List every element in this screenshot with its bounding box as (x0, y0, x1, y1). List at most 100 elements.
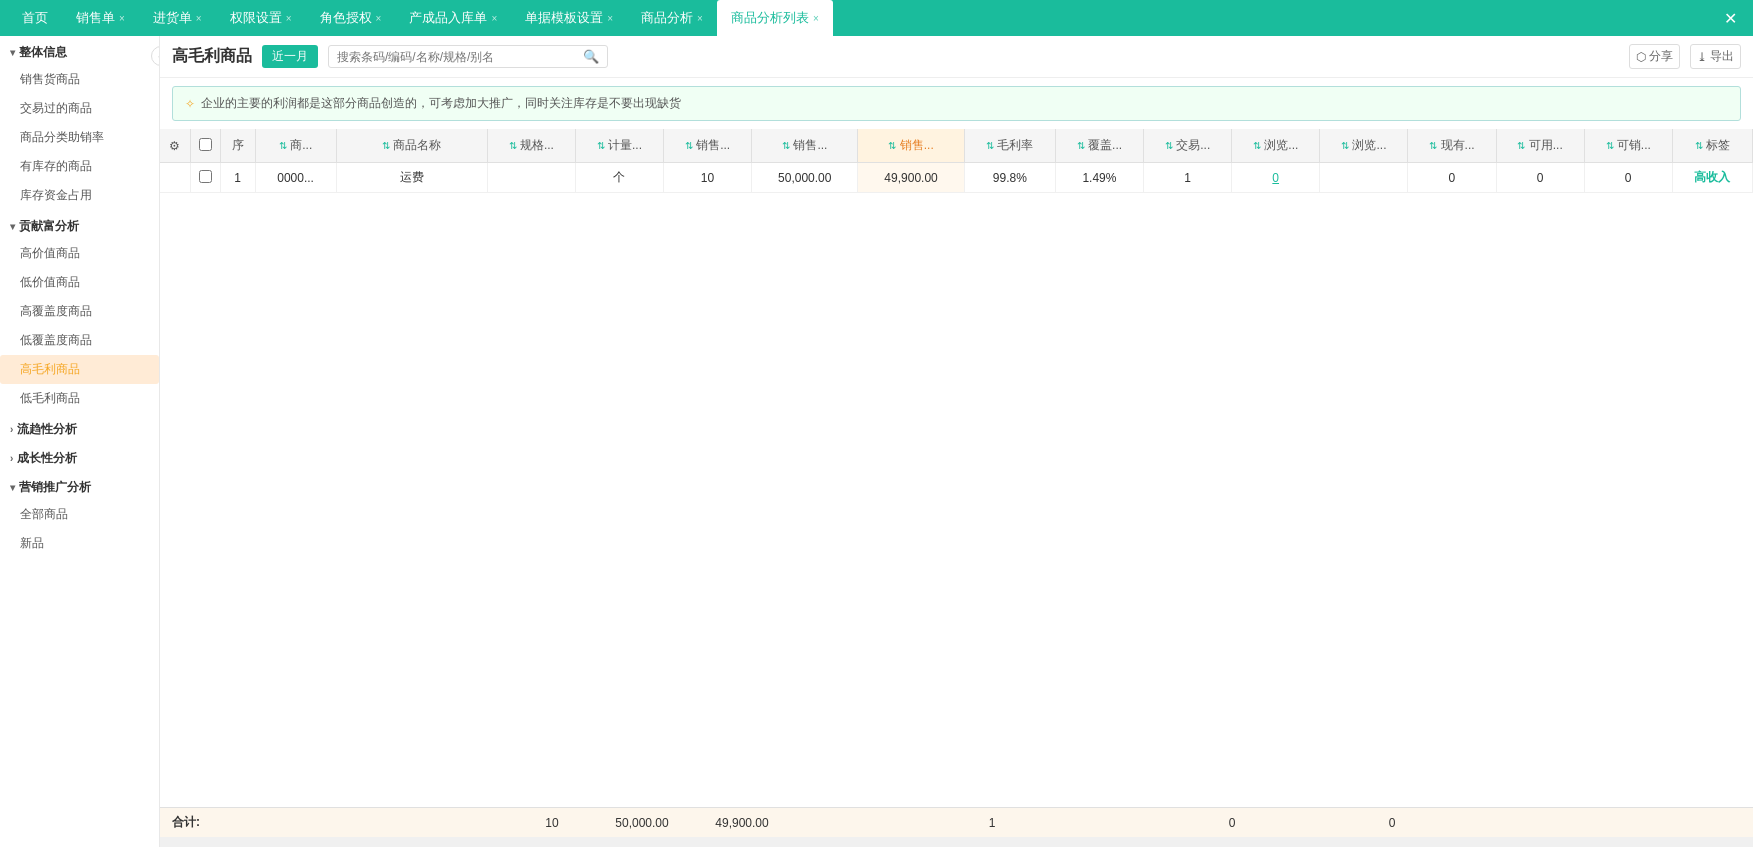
select-all-checkbox[interactable] (199, 138, 212, 151)
sidebar-item-low-margin[interactable]: 低毛利商品 (0, 384, 159, 413)
nav-permission-settings[interactable]: 权限设置 × (216, 0, 306, 36)
sidebar-item-low-value[interactable]: 低价值商品 (0, 268, 159, 297)
row-views2 (1320, 163, 1408, 193)
sidebar-group-overall[interactable]: ▾ 整体信息 (0, 36, 159, 65)
close-product-analysis[interactable]: × (697, 13, 703, 24)
close-all-tabs[interactable]: ✕ (1716, 9, 1745, 28)
col-views2[interactable]: ⇅ 浏览... (1320, 129, 1408, 163)
sort-icon-views2: ⇅ (1341, 140, 1349, 151)
nav-home[interactable]: 首页 (8, 0, 62, 36)
footer-sellable-stock: 0 (1352, 816, 1432, 830)
close-template-settings[interactable]: × (607, 13, 613, 24)
sidebar-group-trend[interactable]: › 流趋性分析 (0, 413, 159, 442)
search-icon[interactable]: 🔍 (583, 49, 599, 64)
col-checkbox (190, 129, 220, 163)
col-code[interactable]: ⇅ 商... (255, 129, 336, 163)
col-sales-profit[interactable]: ⇅ 销售... (858, 129, 964, 163)
nav-product-analysis[interactable]: 商品分析 × (627, 0, 717, 36)
close-sales-order[interactable]: × (119, 13, 125, 24)
arrow-growth: › (10, 453, 13, 464)
sidebar-item-stock-capital[interactable]: 库存资金占用 (0, 181, 159, 210)
close-product-inbound[interactable]: × (491, 13, 497, 24)
arrow-overall: ▾ (10, 47, 15, 58)
sort-icon-views1: ⇅ (1253, 140, 1261, 151)
col-name[interactable]: ⇅ 商品名称 (336, 129, 487, 163)
header-actions: ⬡ 分享 ⤓ 导出 (1629, 44, 1741, 69)
sort-icon-name: ⇅ (382, 140, 390, 151)
sidebar-item-high-value[interactable]: 高价值商品 (0, 239, 159, 268)
nav-purchase-order[interactable]: 进货单 × (139, 0, 216, 36)
row-settings[interactable] (160, 163, 190, 193)
table-header-row: ⚙ 序 ⇅ 商... ⇅ 商品名称 (160, 129, 1753, 163)
nav-product-inbound[interactable]: 产成品入库单 × (395, 0, 511, 36)
sidebar-group-marketing[interactable]: ▾ 营销推广分析 (0, 471, 159, 500)
col-current-stock[interactable]: ⇅ 现有... (1408, 129, 1496, 163)
table-body: 1 0000... 运费 个 10 50,000.00 49,900.00 99… (160, 163, 1753, 193)
row-coverage: 1.49% (1055, 163, 1143, 193)
arrow-trend: › (10, 424, 13, 435)
arrow-contribution: ▾ (10, 221, 15, 232)
row-current-stock: 0 (1408, 163, 1496, 193)
settings-icon[interactable]: ⚙ (169, 139, 180, 153)
footer-transactions: 1 (952, 816, 1032, 830)
col-unit[interactable]: ⇅ 计量... (575, 129, 663, 163)
time-filter-button[interactable]: 近一月 (262, 45, 318, 68)
sidebar-item-category-sales-rate[interactable]: 商品分类助销率 (0, 123, 159, 152)
col-spec[interactable]: ⇅ 规格... (487, 129, 575, 163)
row-select-checkbox[interactable] (199, 170, 212, 183)
nav-role-auth[interactable]: 角色授权 × (306, 0, 396, 36)
col-views1[interactable]: ⇅ 浏览... (1232, 129, 1320, 163)
row-available-stock: 0 (1496, 163, 1584, 193)
col-sales-qty[interactable]: ⇅ 销售... (663, 129, 751, 163)
main-layout: « ▾ 整体信息 销售货商品 交易过的商品 商品分类助销率 有库存的商品 库存资… (0, 36, 1753, 847)
row-name: 运费 (336, 163, 487, 193)
nav-sales-order[interactable]: 销售单 × (62, 0, 139, 36)
row-code: 0000... (255, 163, 336, 193)
sidebar-item-in-stock-goods[interactable]: 有库存的商品 (0, 152, 159, 181)
share-button[interactable]: ⬡ 分享 (1629, 44, 1680, 69)
row-spec (487, 163, 575, 193)
col-settings[interactable]: ⚙ (160, 129, 190, 163)
row-transactions: 1 (1144, 163, 1232, 193)
row-views1[interactable]: 0 (1232, 163, 1320, 193)
arrow-marketing: ▾ (10, 482, 15, 493)
nav-product-analysis-list[interactable]: 商品分析列表 × (717, 0, 833, 36)
col-transactions[interactable]: ⇅ 交易... (1144, 129, 1232, 163)
sidebar-item-high-coverage[interactable]: 高覆盖度商品 (0, 297, 159, 326)
footer-sales-profit: 49,900.00 (692, 816, 792, 830)
footer-coverage-empty (872, 816, 952, 830)
col-available-stock[interactable]: ⇅ 可用... (1496, 129, 1584, 163)
close-permission-settings[interactable]: × (286, 13, 292, 24)
sort-icon-cur-stock: ⇅ (1429, 140, 1437, 151)
sidebar-item-low-coverage[interactable]: 低覆盖度商品 (0, 326, 159, 355)
sidebar-group-contribution[interactable]: ▾ 贡献富分析 (0, 210, 159, 239)
footer-sales-amount: 50,000.00 (592, 816, 692, 830)
sort-icon: ⇅ (279, 140, 287, 151)
sidebar-item-traded-goods[interactable]: 交易过的商品 (0, 94, 159, 123)
search-input[interactable] (337, 50, 579, 64)
row-margin-rate: 99.8% (964, 163, 1055, 193)
sidebar-group-growth[interactable]: › 成长性分析 (0, 442, 159, 471)
col-tag[interactable]: ⇅ 标签 (1672, 129, 1752, 163)
footer-current-stock: 0 (1192, 816, 1272, 830)
bottom-scrollbar[interactable] (160, 837, 1753, 847)
sort-icon-tag: ⇅ (1695, 140, 1703, 151)
sort-icon-amount: ⇅ (782, 140, 790, 151)
row-checkbox[interactable] (190, 163, 220, 193)
col-sellable-stock[interactable]: ⇅ 可销... (1584, 129, 1672, 163)
col-coverage[interactable]: ⇅ 覆盖... (1055, 129, 1143, 163)
sort-icon-profit: ⇅ (888, 140, 896, 151)
export-button[interactable]: ⤓ 导出 (1690, 44, 1741, 69)
footer-sales-qty: 10 (512, 816, 592, 830)
export-icon: ⤓ (1697, 50, 1707, 64)
sidebar-item-high-margin[interactable]: 高毛利商品 (0, 355, 159, 384)
sidebar-item-sales-goods[interactable]: 销售货商品 (0, 65, 159, 94)
close-role-auth[interactable]: × (376, 13, 382, 24)
close-purchase-order[interactable]: × (196, 13, 202, 24)
sidebar-item-all-goods[interactable]: 全部商品 (0, 500, 159, 529)
sidebar-item-new-goods[interactable]: 新品 (0, 529, 159, 558)
nav-template-settings[interactable]: 单据模板设置 × (511, 0, 627, 36)
col-margin-rate[interactable]: ⇅ 毛利率 (964, 129, 1055, 163)
col-sales-amount[interactable]: ⇅ 销售... (752, 129, 858, 163)
close-product-analysis-list[interactable]: × (813, 13, 819, 24)
